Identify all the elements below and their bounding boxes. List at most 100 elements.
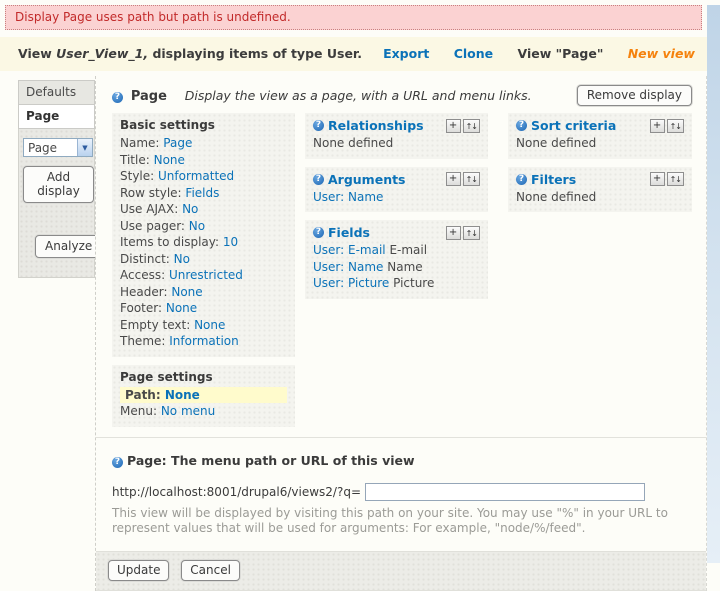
argument-item: User: Name [313, 189, 480, 206]
setting-row-empty-text: Empty text: None [120, 317, 226, 332]
update-button[interactable]: Update [108, 559, 170, 581]
setting-link[interactable]: No [182, 202, 198, 216]
form-actions-bar: Update Cancel [96, 550, 706, 591]
add-field-icon-button[interactable]: + [445, 225, 461, 240]
path-config-section: ? Page: The menu path or URL of this view… [96, 438, 706, 539]
relationships-title-link[interactable]: Relationships [328, 118, 424, 133]
view-page-link[interactable]: View "Page" [518, 46, 604, 61]
setting-link[interactable]: None [194, 318, 225, 332]
add-filter-icon-button[interactable]: + [649, 172, 665, 186]
display-editor-header: ? Page Display the view as a page, with … [96, 85, 706, 113]
setting-row-theme: Theme: Information [120, 334, 239, 348]
arguments-box: ? Arguments + ↑↓ User: Name [305, 166, 488, 212]
path-setting-link[interactable]: None [165, 388, 200, 402]
argument-link[interactable]: User: Name [313, 190, 383, 204]
display-sidebar: Defaults Page Page ▼ Add display Analyze [18, 80, 103, 278]
relationships-empty-text: None defined [313, 136, 394, 150]
setting-row-items-to-display: Items to display: 10 [120, 235, 239, 249]
rearrange-sorts-icon-button[interactable]: ↑↓ [666, 118, 684, 133]
help-icon[interactable]: ? [112, 456, 123, 468]
menu-setting-link[interactable]: No menu [161, 404, 215, 418]
setting-row-title: Title: None [120, 152, 185, 167]
arguments-title-link[interactable]: Arguments [328, 172, 406, 187]
setting-row-menu: Menu: No menu [120, 404, 216, 418]
path-input[interactable] [365, 482, 645, 501]
view-actions: Export Clone View "Page" New view [363, 46, 695, 61]
new-view-link[interactable]: New view [628, 46, 695, 61]
setting-row-header: Header: None [120, 284, 203, 299]
rearrange-filters-icon-button[interactable]: ↑↓ [666, 172, 684, 186]
setting-link[interactable]: None [154, 153, 185, 167]
field-item: User: E-mail E-mail [313, 243, 428, 257]
remove-display-button[interactable]: Remove display [576, 85, 692, 106]
column-basic-settings: Basic settings Name: Page Title: None St… [112, 113, 295, 435]
fields-title-link[interactable]: Fields [328, 225, 370, 240]
field-link[interactable]: User: Name [313, 260, 383, 274]
cancel-button[interactable]: Cancel [181, 559, 240, 581]
basic-settings-box: Basic settings Name: Page Title: None St… [112, 113, 295, 357]
help-icon[interactable]: ? [313, 173, 324, 185]
rearrange-relationships-icon-button[interactable]: ↑↓ [462, 118, 480, 133]
export-link[interactable]: Export [383, 46, 429, 61]
help-icon[interactable]: ? [313, 120, 324, 131]
page-settings-box: Page settings Path: None Menu: No menu [112, 364, 295, 427]
help-icon[interactable]: ? [313, 227, 324, 238]
display-controls-panel: Page ▼ Add display Analyze [18, 129, 103, 278]
display-type-select[interactable]: Page ▼ [23, 138, 93, 157]
fields-box: ? Fields + ↑↓ User: E-mail E-mail User: … [305, 220, 488, 299]
setting-link[interactable]: Fields [185, 186, 219, 200]
tab-page[interactable]: Page [18, 105, 95, 129]
help-icon[interactable]: ? [516, 173, 527, 185]
view-name: User_View_1, [56, 46, 149, 61]
add-relationship-icon-button[interactable]: + [445, 118, 461, 133]
path-config-title: ? Page: The menu path or URL of this view [112, 453, 690, 468]
add-sort-icon-button[interactable]: + [649, 118, 665, 133]
analyze-button[interactable]: Analyze [35, 235, 103, 258]
setting-link[interactable]: Unrestricted [169, 268, 243, 282]
clone-link[interactable]: Clone [454, 46, 493, 61]
setting-link[interactable]: Information [169, 334, 238, 348]
view-summary-bar: View User_View_1, displaying items of ty… [0, 37, 707, 71]
error-message-text: Display Page uses path but path is undef… [15, 10, 291, 24]
display-title: Page [130, 89, 167, 104]
add-argument-icon-button[interactable]: + [445, 172, 461, 186]
field-item: User: Name Name [313, 259, 423, 274]
rearrange-arguments-icon-button[interactable]: ↑↓ [462, 172, 480, 186]
sort-criteria-title-link[interactable]: Sort criteria [531, 118, 616, 133]
field-link[interactable]: User: Picture [313, 276, 389, 290]
setting-link[interactable]: 10 [223, 235, 238, 249]
help-icon[interactable]: ? [516, 120, 527, 131]
add-display-button[interactable]: Add display [23, 166, 94, 203]
setting-link[interactable]: None [166, 301, 197, 315]
setting-row-access: Access: Unrestricted [120, 268, 243, 282]
setting-row-use-ajax: Use AJAX: No [120, 202, 199, 216]
tab-defaults[interactable]: Defaults [18, 80, 95, 105]
display-description: Display the view as a page, with a URL a… [184, 88, 532, 103]
setting-row-path: Path: None [120, 386, 287, 403]
path-input-row: http://localhost:8001/drupal6/views2/?q= [112, 482, 690, 501]
setting-link[interactable]: Unformatted [158, 169, 234, 183]
view-label: View [18, 46, 52, 61]
error-message: Display Page uses path but path is undef… [5, 5, 702, 30]
view-summary-text: View User_View_1, displaying items of ty… [18, 46, 362, 61]
setting-row-use-pager: Use pager: No [120, 218, 206, 233]
setting-link[interactable]: Page [163, 136, 192, 150]
url-prefix-text: http://localhost:8001/drupal6/views2/?q= [112, 484, 361, 499]
chevron-down-icon: ▼ [77, 139, 92, 156]
setting-link[interactable]: None [171, 285, 202, 299]
path-help-text: This view will be displayed by visiting … [112, 505, 668, 536]
filters-title-link[interactable]: Filters [531, 172, 576, 187]
field-link[interactable]: User: E-mail [313, 243, 386, 257]
page-settings-title: Page settings [120, 369, 213, 384]
views-edit-workspace: Defaults Page Page ▼ Add display Analyze… [0, 76, 720, 591]
settings-columns: Basic settings Name: Page Title: None St… [96, 113, 706, 435]
rearrange-fields-icon-button[interactable]: ↑↓ [462, 225, 480, 240]
setting-row-style: Style: Unformatted [120, 169, 235, 183]
basic-settings-title: Basic settings [120, 118, 215, 132]
setting-link[interactable]: No [174, 252, 190, 266]
field-item: User: Picture Picture [313, 276, 435, 290]
help-icon[interactable]: ? [112, 92, 123, 103]
sort-criteria-empty-text: None defined [516, 136, 597, 150]
setting-link[interactable]: No [189, 219, 205, 233]
column-right: ? Sort criteria + ↑↓ None defined ? Filt… [508, 113, 692, 435]
